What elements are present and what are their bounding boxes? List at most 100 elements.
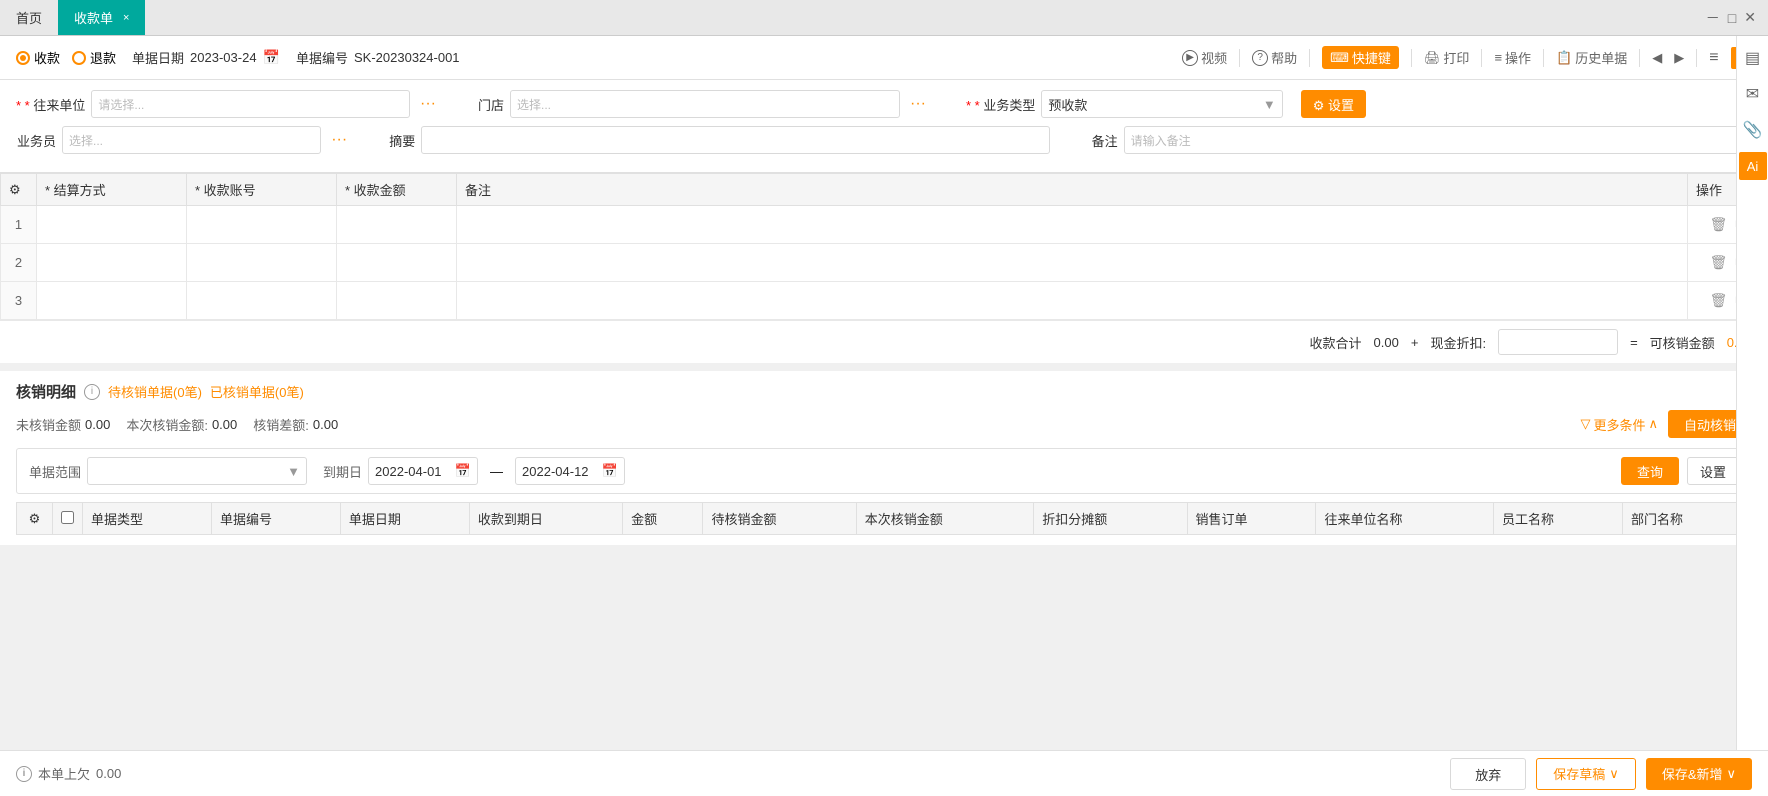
range-label: 单据范围 <box>29 462 81 481</box>
store-more-icon[interactable]: ··· <box>910 96 926 112</box>
bottom-right: 放弃 保存草稿 ∨ 保存&新增 ∨ <box>1450 758 1752 790</box>
counterpart-more-icon[interactable]: ··· <box>420 96 436 112</box>
account-cell-1[interactable] <box>187 206 337 244</box>
current-label: 本次核销金额: <box>126 415 208 434</box>
summary-row: 收款合计 0.00 + 现金折扣: = 可核销金额 0.00 <box>0 320 1768 363</box>
date-from-value: 2022-04-01 <box>375 464 442 479</box>
operation-button[interactable]: ≡ 操作 <box>1494 48 1531 67</box>
verification-tabs: 待核销单据(0笔) 已核销单据(0笔) <box>108 382 304 401</box>
pending-tab[interactable]: 待核销单据(0笔) <box>108 382 202 401</box>
salesperson-more-icon[interactable]: ··· <box>331 132 347 148</box>
table-row: 3 🗑 ⧉ <box>1 282 1768 320</box>
store-input[interactable]: 选择... <box>510 90 900 118</box>
tab-close-icon[interactable]: × <box>123 12 129 24</box>
range-arrow: ▼ <box>287 464 300 479</box>
ai-sidebar-icon[interactable]: Ai <box>1739 152 1767 180</box>
refund-radio[interactable]: 退款 <box>72 48 116 67</box>
save-draft-button[interactable]: 保存草稿 ∨ <box>1536 758 1636 790</box>
table-settings-header[interactable]: ⚙ <box>1 174 37 206</box>
summary-label: 摘要 <box>387 131 415 150</box>
divider3 <box>1411 49 1412 67</box>
select-all-checkbox[interactable] <box>61 511 74 524</box>
prev-icon[interactable]: ◀ <box>1652 50 1662 66</box>
current-stat: 本次核销金额: 0.00 <box>126 415 237 434</box>
business-type-select[interactable]: 预收款 ▼ <box>1041 90 1282 118</box>
amount-cell-3[interactable] <box>337 282 457 320</box>
remark-input[interactable]: 请输入备注 <box>1124 126 1752 154</box>
close-button[interactable]: ✕ <box>1744 9 1756 26</box>
divider2 <box>1309 49 1310 67</box>
maximize-button[interactable]: □ <box>1728 10 1736 26</box>
business-type-label: * 业务类型 <box>966 95 1035 114</box>
discount-input[interactable] <box>1498 329 1618 355</box>
calendar-icon[interactable]: 📅 <box>263 49 280 66</box>
salesperson-input[interactable]: 选择... <box>62 126 321 154</box>
order-value: 0.00 <box>96 766 121 781</box>
counterpart-placeholder: 请选择... <box>98 96 144 113</box>
order-info-icon[interactable]: i <box>16 766 32 782</box>
settlement-cell-3[interactable] <box>37 282 187 320</box>
sub-table: ⚙ 单据类型 单据编号 单据日 <box>16 502 1752 535</box>
delete-icon-3[interactable]: 🗑 <box>1710 292 1728 309</box>
settings-small-button[interactable]: 设置 <box>1687 457 1739 485</box>
abandon-button[interactable]: 放弃 <box>1450 758 1526 790</box>
receipt-radio[interactable]: 收款 <box>16 48 60 67</box>
amount-cell-1[interactable] <box>337 206 457 244</box>
settlement-cell-2[interactable] <box>37 244 187 282</box>
account-cell-2[interactable] <box>187 244 337 282</box>
table-sidebar-icon[interactable]: ▤ <box>1741 44 1764 72</box>
mail-sidebar-icon[interactable]: ✉ <box>1742 80 1763 108</box>
clip-sidebar-icon[interactable]: 📎 <box>1739 116 1767 144</box>
settings-button[interactable]: ⚙ 设置 <box>1301 90 1366 118</box>
shortcut-icon: ⌨ <box>1330 50 1349 66</box>
help-button[interactable]: ? 帮助 <box>1252 48 1297 67</box>
diff-value: 0.00 <box>313 417 338 432</box>
store-label: 门店 <box>476 95 504 114</box>
minimize-button[interactable]: － <box>1706 8 1720 28</box>
sub-settings-header[interactable]: ⚙ <box>17 503 53 535</box>
video-icon: ▶ <box>1182 50 1198 66</box>
print-icon: 🖨 <box>1424 50 1441 66</box>
save-new-button[interactable]: 保存&新增 ∨ <box>1646 758 1752 790</box>
store-placeholder: 选择... <box>517 96 551 113</box>
tab-home[interactable]: 首页 <box>0 0 58 35</box>
info-icon[interactable]: i <box>84 384 100 400</box>
sub-checkbox-header[interactable] <box>53 503 83 535</box>
summary-input[interactable] <box>421 126 1049 154</box>
equals-sign: = <box>1630 335 1638 350</box>
query-button[interactable]: 查询 <box>1621 457 1679 485</box>
amount-cell-2[interactable] <box>337 244 457 282</box>
uncancelled-value: 0.00 <box>85 417 110 432</box>
form-row-2: 业务员 选择... ··· 摘要 备注 请输入备注 <box>16 126 1752 154</box>
grid-icon[interactable]: ≡ <box>1709 49 1718 67</box>
shortcut-button[interactable]: ⌨ 快捷键 <box>1322 46 1399 69</box>
delete-icon-1[interactable]: 🗑 <box>1710 216 1728 233</box>
tab-receipt[interactable]: 收款单 × <box>58 0 145 35</box>
completed-tab[interactable]: 已核销单据(0笔) <box>210 382 304 401</box>
delete-icon-2[interactable]: 🗑 <box>1710 254 1728 271</box>
tab-home-label: 首页 <box>16 8 42 27</box>
range-select[interactable]: ▼ <box>87 457 307 485</box>
counterpart-input[interactable]: 请选择... <box>91 90 410 118</box>
history-button[interactable]: 📋 历史单据 <box>1556 48 1627 67</box>
remark-cell-2[interactable] <box>457 244 1688 282</box>
account-cell-3[interactable] <box>187 282 337 320</box>
settlement-cell-1[interactable] <box>37 206 187 244</box>
next-icon[interactable]: ▶ <box>1674 50 1684 66</box>
remark-cell-3[interactable] <box>457 282 1688 320</box>
divider4 <box>1481 49 1482 67</box>
counterpart-field: * 往来单位 请选择... ··· <box>16 90 436 118</box>
more-conditions-button[interactable]: ▽ 更多条件 ∧ <box>1580 415 1658 434</box>
video-button[interactable]: ▶ 视频 <box>1182 48 1227 67</box>
remark-cell-1[interactable] <box>457 206 1688 244</box>
receipt-radio-dot <box>16 51 30 65</box>
sub-discount-header: 折扣分摊额 <box>1034 503 1187 535</box>
filter-icon: ▽ <box>1580 416 1590 432</box>
chevron-up-icon: ∧ <box>1648 416 1658 432</box>
toolbar: 收款 退款 单据日期 2023-03-24 📅 单据编号 SK-20230324… <box>0 36 1768 80</box>
date-from-input[interactable]: 2022-04-01 📅 <box>368 457 478 485</box>
date-to-input[interactable]: 2022-04-12 📅 <box>515 457 625 485</box>
sub-current-header: 本次核销金额 <box>856 503 1034 535</box>
print-button[interactable]: 🖨 打印 <box>1424 48 1470 67</box>
range-field: 单据范围 ▼ <box>29 457 307 485</box>
